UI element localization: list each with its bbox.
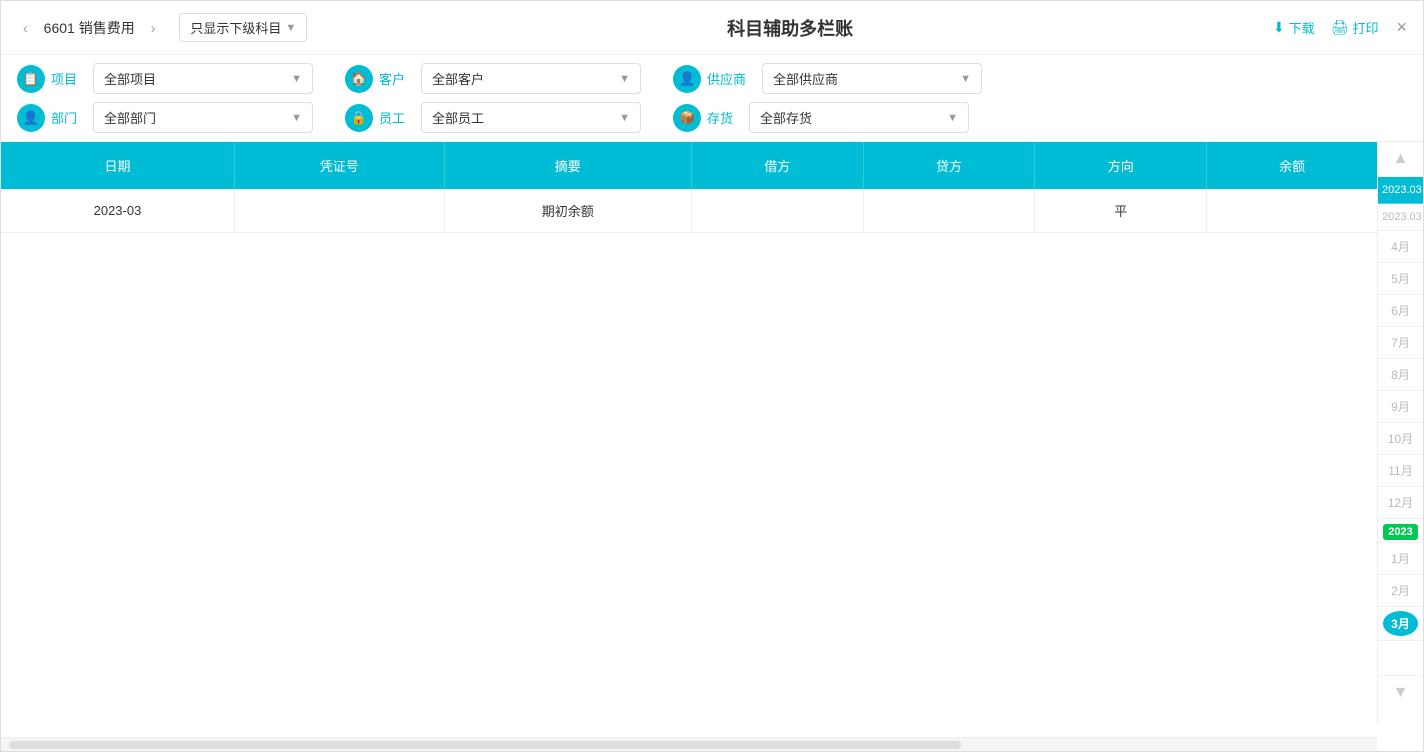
- filter-item-customer: 🏠 客户: [345, 65, 405, 93]
- col-date: 日期: [1, 142, 234, 189]
- close-button[interactable]: ×: [1396, 17, 1407, 38]
- sidebar-item-7[interactable]: 7月: [1378, 327, 1423, 359]
- inventory-icon: 📦: [673, 104, 701, 132]
- cell-debit: [691, 189, 863, 233]
- customer-label: 客户: [379, 69, 405, 88]
- sidebar-item-2[interactable]: 2月: [1378, 575, 1423, 607]
- employee-arrow: ▼: [619, 112, 630, 124]
- filter-item-dept: 👤 部门: [17, 104, 77, 132]
- sidebar-year-badge: 2023: [1378, 519, 1423, 543]
- filter-only-sub[interactable]: 只显示下级科目 ▼: [179, 13, 307, 42]
- right-sidebar: ▲ 2023.03 2023.03 4月 5月 6月 7月 8月 9月 10月 …: [1377, 142, 1423, 724]
- supplier-select[interactable]: 全部供应商 ▼: [762, 63, 982, 94]
- col-balance: 余额: [1207, 142, 1377, 189]
- sidebar-item-2023-03-second[interactable]: 2023.03: [1378, 204, 1423, 231]
- col-direction: 方向: [1035, 142, 1207, 189]
- download-button[interactable]: ⬇ 下载: [1273, 18, 1315, 37]
- print-icon: 🖨: [1331, 19, 1349, 36]
- supplier-arrow: ▼: [960, 73, 971, 85]
- dept-icon: 👤: [17, 104, 45, 132]
- customer-select[interactable]: 全部客户 ▼: [421, 63, 641, 94]
- sidebar-item-3-current[interactable]: 3月: [1378, 607, 1423, 641]
- project-icon: 📋: [17, 65, 45, 93]
- sidebar-item-4[interactable]: 4月: [1378, 231, 1423, 263]
- sidebar-item-9[interactable]: 9月: [1378, 391, 1423, 423]
- employee-select[interactable]: 全部员工 ▼: [421, 102, 641, 133]
- col-debit: 借方: [691, 142, 863, 189]
- cell-voucher: [234, 189, 444, 233]
- inventory-arrow: ▼: [947, 112, 958, 124]
- col-voucher: 凭证号: [234, 142, 444, 189]
- dept-arrow: ▼: [291, 112, 302, 124]
- sidebar-item-12[interactable]: 12月: [1378, 487, 1423, 519]
- data-table: 日期 凭证号 摘要 借方 贷方 方向 余额 2023-03 期初余额: [1, 142, 1377, 233]
- filter-only-sub-label: 只显示下级科目: [190, 18, 281, 37]
- project-select[interactable]: 全部项目 ▼: [93, 63, 313, 94]
- col-credit: 贷方: [863, 142, 1035, 189]
- employee-icon: 🔒: [345, 104, 373, 132]
- sidebar-item-6[interactable]: 6月: [1378, 295, 1423, 327]
- employee-value: 全部员工: [432, 108, 484, 127]
- dept-value: 全部部门: [104, 108, 156, 127]
- inventory-value: 全部存货: [760, 108, 812, 127]
- inventory-select[interactable]: 全部存货 ▼: [749, 102, 969, 133]
- sidebar-up-button[interactable]: ▲: [1378, 142, 1423, 177]
- supplier-value: 全部供应商: [773, 69, 838, 88]
- cell-summary: 期初余额: [444, 189, 691, 233]
- customer-icon: 🏠: [345, 65, 373, 93]
- filter-item-employee: 🔒 员工: [345, 104, 405, 132]
- filter-item-supplier: 👤 供应商: [673, 65, 746, 93]
- sidebar-item-11[interactable]: 11月: [1378, 455, 1423, 487]
- sidebar-item-5[interactable]: 5月: [1378, 263, 1423, 295]
- customer-arrow: ▼: [619, 73, 630, 85]
- project-label: 项目: [51, 69, 77, 88]
- sidebar-item-2023-03-first[interactable]: 2023.03: [1378, 177, 1423, 204]
- filter-only-sub-arrow: ▼: [285, 22, 296, 34]
- cell-balance: [1207, 189, 1377, 233]
- sidebar-item-10[interactable]: 10月: [1378, 423, 1423, 455]
- dept-label: 部门: [51, 108, 77, 127]
- cell-credit: [863, 189, 1035, 233]
- print-button[interactable]: 🖨 打印: [1331, 18, 1379, 37]
- project-arrow: ▼: [291, 73, 302, 85]
- inventory-label: 存货: [707, 108, 733, 127]
- content-area: 日期 凭证号 摘要 借方 贷方 方向 余额 2023-03 期初余额: [1, 142, 1377, 724]
- dept-select[interactable]: 全部部门 ▼: [93, 102, 313, 133]
- customer-value: 全部客户: [432, 69, 484, 88]
- prev-nav-button[interactable]: ‹: [17, 18, 34, 38]
- page-title: 科目辅助多栏账: [317, 15, 1263, 41]
- filter-item-project: 📋 项目: [17, 65, 77, 93]
- sidebar-down-button[interactable]: ▼: [1378, 675, 1423, 710]
- sidebar-item-8[interactable]: 8月: [1378, 359, 1423, 391]
- col-summary: 摘要: [444, 142, 691, 189]
- cell-date: 2023-03: [1, 189, 234, 233]
- account-code: 6601 销售费用: [44, 18, 135, 38]
- next-nav-button[interactable]: ›: [145, 18, 162, 38]
- download-icon: ⬇: [1273, 19, 1285, 36]
- employee-label: 员工: [379, 108, 405, 127]
- cell-direction: 平: [1035, 189, 1207, 233]
- project-value: 全部项目: [104, 69, 156, 88]
- sidebar-item-1[interactable]: 1月: [1378, 543, 1423, 575]
- table-row: 2023-03 期初余额 平: [1, 189, 1377, 233]
- supplier-icon: 👤: [673, 65, 701, 93]
- filter-item-inventory: 📦 存货: [673, 104, 733, 132]
- supplier-label: 供应商: [707, 69, 746, 88]
